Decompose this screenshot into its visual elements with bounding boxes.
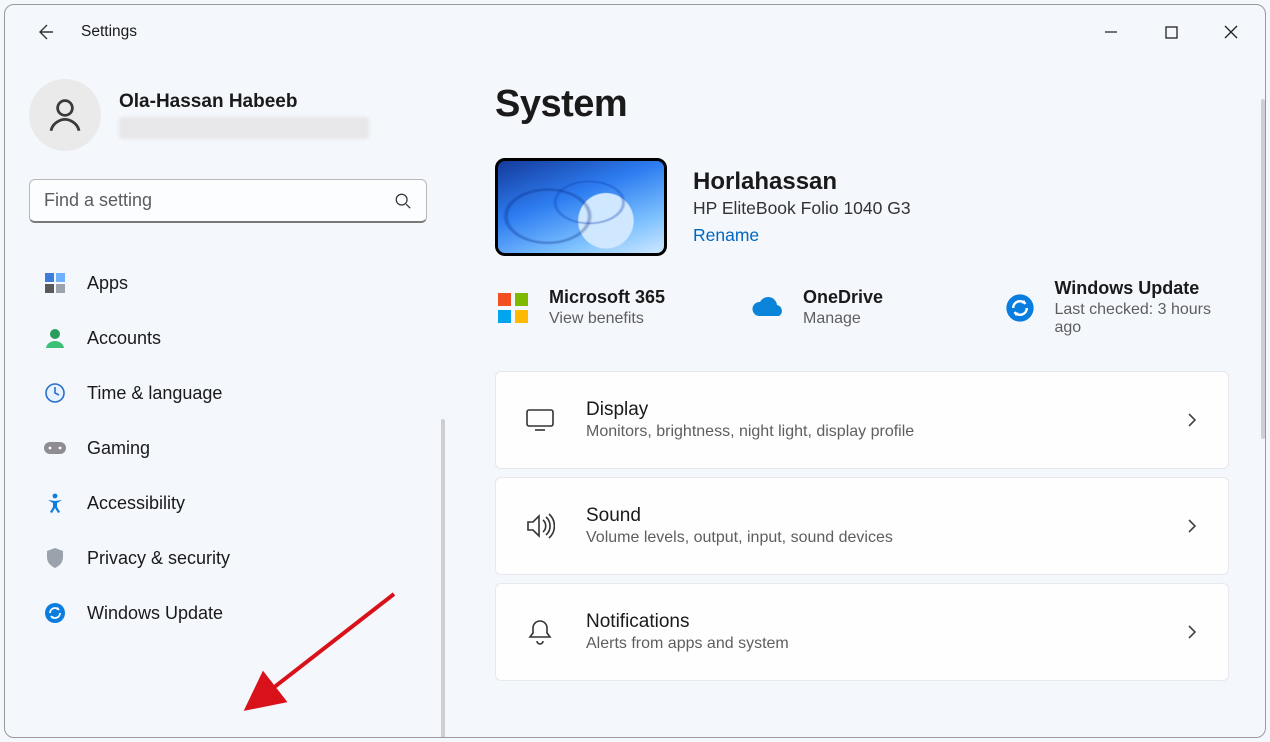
setting-row-subtitle: Alerts from apps and system xyxy=(586,635,1154,653)
onedrive-cloud-icon xyxy=(749,290,785,326)
setting-row-title: Display xyxy=(586,399,1154,421)
avatar xyxy=(29,79,101,151)
page-title: System xyxy=(495,83,1229,126)
minimize-button[interactable] xyxy=(1081,12,1141,52)
bloom-wallpaper-icon xyxy=(498,161,664,253)
current-user-card[interactable]: Ola-Hassan Habeeb xyxy=(29,79,427,151)
setting-row-subtitle: Monitors, brightness, night light, displ… xyxy=(586,423,1154,441)
sidebar-item-accounts[interactable]: Accounts xyxy=(29,314,427,362)
accounts-icon xyxy=(43,326,67,350)
search-input[interactable] xyxy=(44,190,394,211)
minimize-icon xyxy=(1104,25,1118,39)
setting-row-display[interactable]: Display Monitors, brightness, night ligh… xyxy=(495,371,1229,469)
setting-row-title: Notifications xyxy=(586,611,1154,633)
search-icon xyxy=(394,192,412,210)
apps-icon xyxy=(43,271,67,295)
tile-subtitle: Manage xyxy=(803,310,883,328)
chevron-right-icon xyxy=(1184,412,1200,428)
bell-icon xyxy=(524,616,556,648)
sidebar-item-label: Windows Update xyxy=(87,603,223,624)
sidebar-item-accessibility[interactable]: Accessibility xyxy=(29,479,427,527)
setting-row-notifications[interactable]: Notifications Alerts from apps and syste… xyxy=(495,583,1229,681)
sidebar-item-label: Accounts xyxy=(87,328,161,349)
tile-title: Windows Update xyxy=(1054,278,1229,299)
sidebar-item-label: Privacy & security xyxy=(87,548,230,569)
arrow-left-icon xyxy=(35,22,55,42)
close-icon xyxy=(1224,25,1238,39)
clock-globe-icon xyxy=(43,381,67,405)
setting-row-subtitle: Volume levels, output, input, sound devi… xyxy=(586,529,1154,547)
user-email-redacted xyxy=(119,117,369,139)
sidebar-item-label: Time & language xyxy=(87,383,222,404)
maximize-button[interactable] xyxy=(1141,12,1201,52)
search-field[interactable] xyxy=(29,179,427,223)
desktop-wallpaper-thumb[interactable] xyxy=(495,158,667,256)
close-button[interactable] xyxy=(1201,12,1261,52)
tile-microsoft-365[interactable]: Microsoft 365 View benefits xyxy=(495,278,705,337)
chevron-right-icon xyxy=(1184,518,1200,534)
update-sync-icon xyxy=(43,601,67,625)
display-monitor-icon xyxy=(524,404,556,436)
tile-subtitle: Last checked: 3 hours ago xyxy=(1054,301,1229,337)
user-display-name: Ola-Hassan Habeeb xyxy=(119,91,369,113)
person-icon xyxy=(44,94,86,136)
chevron-right-icon xyxy=(1184,624,1200,640)
device-name: Horlahassan xyxy=(693,168,911,196)
gaming-icon xyxy=(43,436,67,460)
device-model: HP EliteBook Folio 1040 G3 xyxy=(693,198,911,219)
update-sync-icon xyxy=(1003,290,1036,326)
tile-subtitle: View benefits xyxy=(549,310,665,328)
microsoft-logo-icon xyxy=(495,290,531,326)
shield-icon xyxy=(43,546,67,570)
sound-speaker-icon xyxy=(524,510,556,542)
main-scrollbar[interactable] xyxy=(1261,99,1265,439)
tile-title: Microsoft 365 xyxy=(549,287,665,308)
maximize-icon xyxy=(1165,26,1178,39)
sidebar-item-windows-update[interactable]: Windows Update xyxy=(29,589,427,637)
tile-title: OneDrive xyxy=(803,287,883,308)
sidebar-item-label: Gaming xyxy=(87,438,150,459)
setting-row-sound[interactable]: Sound Volume levels, output, input, soun… xyxy=(495,477,1229,575)
sidebar-item-gaming[interactable]: Gaming xyxy=(29,424,427,472)
sidebar-item-privacy-security[interactable]: Privacy & security xyxy=(29,534,427,582)
sidebar-item-label: Apps xyxy=(87,273,128,294)
setting-row-title: Sound xyxy=(586,505,1154,527)
sidebar-item-time-language[interactable]: Time & language xyxy=(29,369,427,417)
tile-onedrive[interactable]: OneDrive Manage xyxy=(749,278,959,337)
back-button[interactable] xyxy=(25,12,65,52)
rename-this-pc-link[interactable]: Rename xyxy=(693,225,759,246)
sidebar-item-label: Accessibility xyxy=(87,493,185,514)
accessibility-icon xyxy=(43,491,67,515)
sidebar-item-apps[interactable]: Apps xyxy=(29,259,427,307)
window-title: Settings xyxy=(81,23,137,41)
tile-windows-update[interactable]: Windows Update Last checked: 3 hours ago xyxy=(1003,278,1229,337)
